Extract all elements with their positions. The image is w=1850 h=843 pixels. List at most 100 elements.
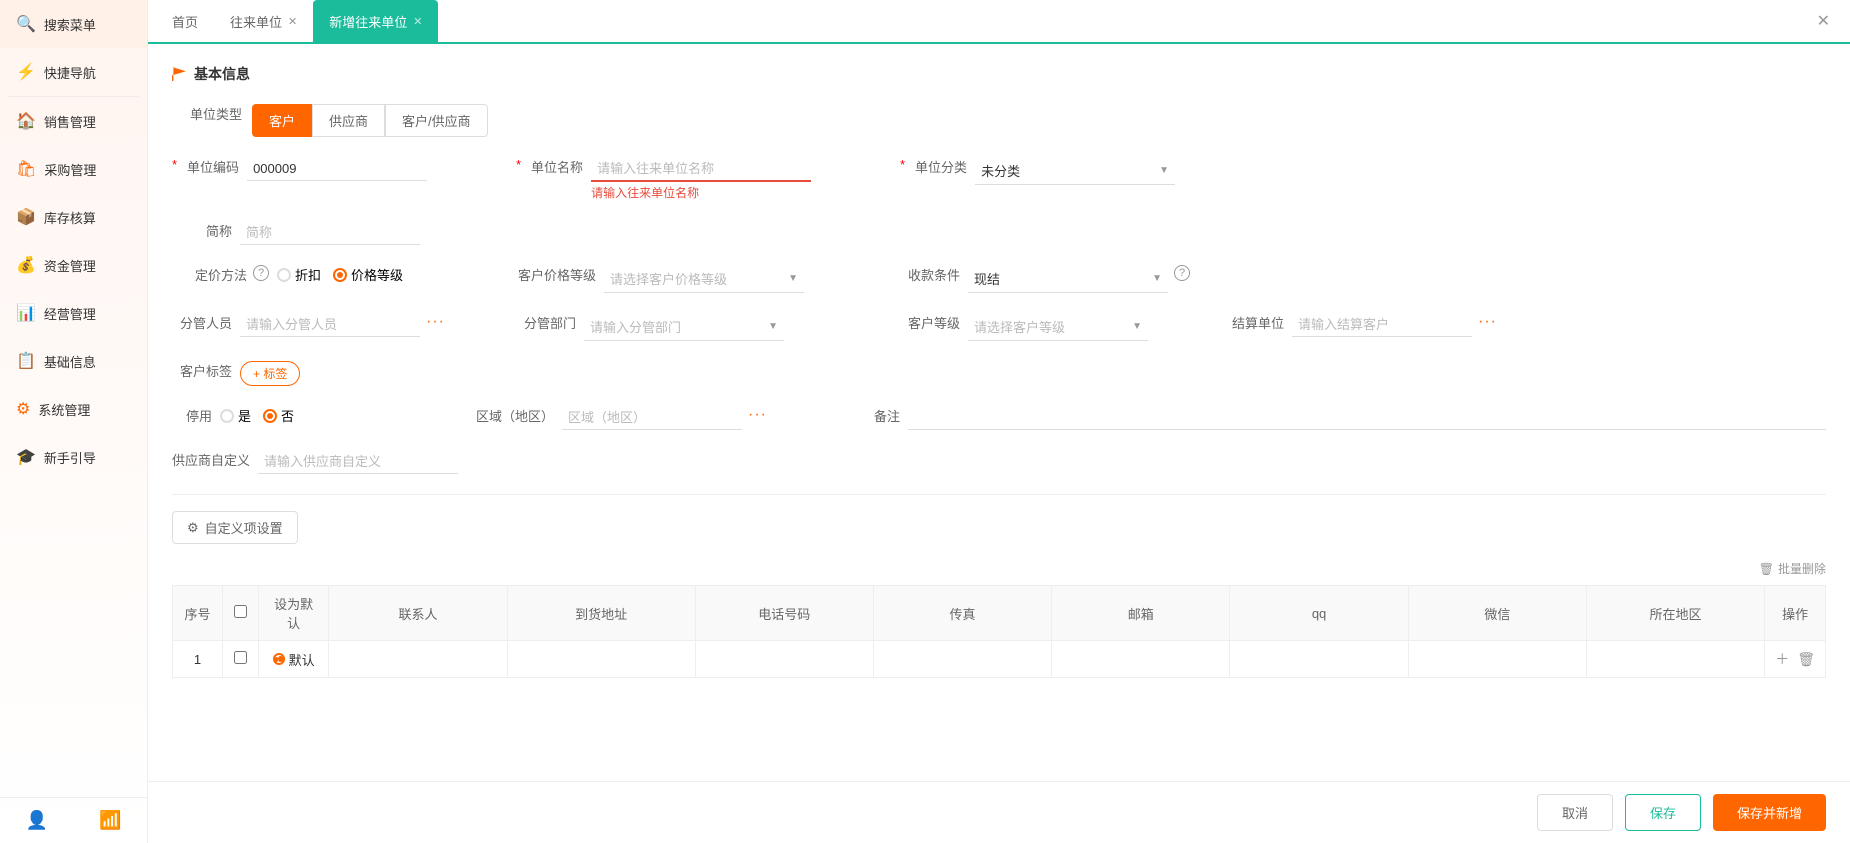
cell-area[interactable] [1586, 641, 1764, 678]
pricing-discount-radio[interactable] [277, 268, 291, 282]
sidebar-item-guide[interactable]: 🎓 新手引导 [0, 433, 147, 481]
col-default: 设为默认 [259, 586, 329, 641]
fax-input[interactable] [884, 652, 1041, 667]
sidebar-item-label: 经营管理 [44, 304, 96, 323]
payment-terms-select[interactable]: 现结 ▼ [968, 265, 1168, 293]
type-btn-both[interactable]: 客户/供应商 [385, 104, 488, 137]
disable-no-radio[interactable] [263, 409, 277, 423]
save-button[interactable]: 保存 [1625, 794, 1701, 831]
settlement-unit-input[interactable] [1292, 313, 1472, 337]
address-input[interactable] [518, 652, 685, 667]
settlement-unit-more-btn[interactable]: ··· [1478, 313, 1497, 331]
pricing-level[interactable]: 价格等级 [333, 265, 403, 284]
sidebar-item-search[interactable]: 🔍 搜索菜单 [0, 0, 147, 48]
tab-partners[interactable]: 往来单位 ✕ [214, 0, 313, 44]
batch-delete-label: 批量删除 [1778, 560, 1826, 577]
cell-wechat[interactable] [1408, 641, 1586, 678]
unit-name-label: 单位名称 [523, 157, 583, 176]
unit-type-row: 单位类型 客户 供应商 客户/供应商 [172, 104, 1826, 137]
default-radio[interactable] [273, 653, 285, 665]
unit-name-input[interactable] [591, 157, 811, 182]
cell-email[interactable] [1052, 641, 1230, 678]
short-name-input[interactable] [240, 221, 420, 245]
sidebar-item-quick-nav[interactable]: ⚡ 快捷导航 [0, 48, 147, 96]
delete-row-btn[interactable]: 🗑 [1797, 651, 1815, 668]
unit-category-select[interactable]: 未分类 ▼ [975, 157, 1175, 185]
pricing-level-radio[interactable] [333, 268, 347, 282]
unit-name-input-wrapper: 请输入往来单位名称 [591, 157, 811, 201]
sidebar-user-btn[interactable]: 👤 [0, 798, 74, 843]
add-row-btn[interactable]: ＋ [1775, 649, 1789, 669]
sidebar-item-finance[interactable]: 💰 资金管理 [0, 241, 147, 289]
col-checkbox[interactable] [223, 586, 259, 641]
select-all-checkbox[interactable] [234, 605, 247, 618]
supplier-custom-input[interactable] [258, 450, 458, 474]
contact-input[interactable] [339, 652, 496, 667]
type-btn-supplier[interactable]: 供应商 [312, 104, 385, 137]
cell-address[interactable] [507, 641, 695, 678]
customer-level-select[interactable]: 请选择客户等级 ▼ [968, 313, 1148, 341]
disable-yes[interactable]: 是 [220, 406, 251, 425]
qq-input[interactable] [1240, 652, 1397, 667]
sidebar-item-purchase[interactable]: 🛍 采购管理 [0, 145, 147, 193]
disable-no[interactable]: 否 [263, 406, 294, 425]
unit-category-value: 未分类 [981, 161, 1020, 180]
manager-input[interactable] [240, 313, 420, 337]
payment-terms-help-icon[interactable]: ? [1174, 265, 1190, 281]
department-select[interactable]: 请输入分管部门 ▼ [584, 313, 784, 341]
flag-icon [172, 67, 186, 81]
customer-tag-field: 客户标签 + 标签 [172, 361, 592, 386]
type-btn-customer[interactable]: 客户 [252, 104, 312, 137]
batch-delete-btn[interactable]: 🗑 批量删除 [1759, 560, 1826, 577]
col-address: 到货地址 [507, 586, 695, 641]
customer-price-level-select[interactable]: 请选择客户价格等级 ▼ [604, 265, 804, 293]
sidebar-signal-btn[interactable]: 📶 [74, 798, 148, 843]
form-content: 基本信息 单位类型 客户 供应商 客户/供应商 * 单位编码 [148, 44, 1850, 781]
region-input[interactable] [562, 406, 742, 430]
sidebar-item-sales[interactable]: 🏠 销售管理 [0, 97, 147, 145]
pricing-discount[interactable]: 折扣 [277, 265, 321, 284]
pricing-row: 定价方法 ? 折扣 价格等级 客户价格等级 请选择客户价格等级 [172, 265, 1826, 293]
main-close-btn[interactable]: ✕ [1805, 0, 1842, 42]
customer-tag-row: 客户标签 + 标签 [172, 361, 1826, 386]
supplier-custom-label: 供应商自定义 [172, 450, 250, 469]
unit-code-input[interactable] [247, 157, 427, 181]
disable-yes-label: 是 [238, 406, 251, 425]
cell-phone[interactable] [695, 641, 873, 678]
customer-level-arrow: ▼ [1132, 321, 1142, 332]
email-input[interactable] [1062, 652, 1219, 667]
row-checkbox[interactable] [234, 651, 247, 664]
disable-yes-radio[interactable] [220, 409, 234, 423]
cell-fax[interactable] [873, 641, 1051, 678]
cell-qq[interactable] [1230, 641, 1408, 678]
sidebar-item-system[interactable]: ⚙ 系统管理 [0, 385, 147, 433]
tab-partners-close[interactable]: ✕ [288, 15, 297, 28]
payment-terms-value: 现结 [974, 269, 1000, 288]
default-label: 默认 [289, 650, 315, 669]
manager-more-btn[interactable]: ··· [426, 313, 445, 331]
inventory-icon: 📦 [16, 207, 36, 227]
tab-new-partner[interactable]: 新增往来单位 ✕ [313, 0, 438, 44]
cell-checkbox[interactable] [223, 641, 259, 678]
save-new-button[interactable]: 保存并新增 [1713, 794, 1826, 831]
region-more-btn[interactable]: ··· [748, 406, 767, 424]
phone-input[interactable] [706, 652, 863, 667]
sidebar-item-inventory[interactable]: 📦 库存核算 [0, 193, 147, 241]
sidebar-item-basic-info[interactable]: 📋 基础信息 [0, 337, 147, 385]
area-input[interactable] [1597, 652, 1754, 667]
basic-info-icon: 📋 [16, 351, 36, 371]
tab-home[interactable]: 首页 [156, 0, 214, 44]
cell-contact[interactable] [329, 641, 507, 678]
wechat-input[interactable] [1419, 652, 1576, 667]
tab-new-partner-close[interactable]: ✕ [413, 15, 422, 28]
sidebar-item-operations[interactable]: 📊 经营管理 [0, 289, 147, 337]
table-toolbar: 🗑 批量删除 [172, 560, 1826, 577]
pricing-help-icon[interactable]: ? [253, 265, 269, 281]
remark-field: 备注 [860, 406, 1826, 430]
add-tag-btn[interactable]: + 标签 [240, 361, 300, 386]
cancel-button[interactable]: 取消 [1537, 794, 1613, 831]
unit-type-buttons: 客户 供应商 客户/供应商 [252, 104, 488, 137]
custom-settings-btn[interactable]: ⚙ 自定义项设置 [172, 511, 298, 544]
sidebar: 🔍 搜索菜单 ⚡ 快捷导航 🏠 销售管理 🛍 采购管理 📦 库存核算 💰 资金管… [0, 0, 148, 843]
remark-input[interactable] [908, 406, 1826, 430]
